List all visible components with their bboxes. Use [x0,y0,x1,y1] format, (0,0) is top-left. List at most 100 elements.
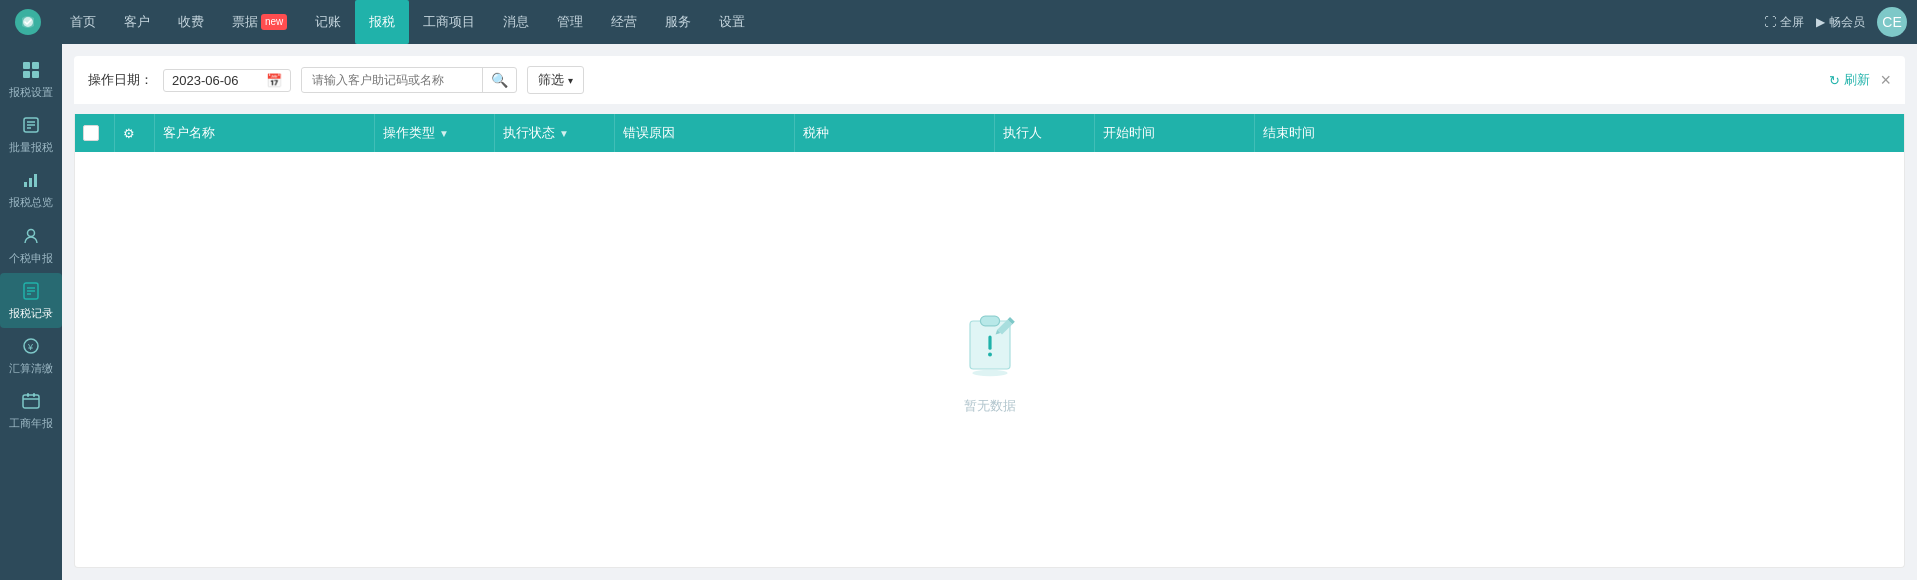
col-exec-status-label: 执行状态 [503,124,555,142]
batch-tax-icon [21,115,41,138]
filter-icon-status[interactable]: ▼ [559,128,569,139]
th-settings[interactable]: ⚙ [115,114,155,152]
fullscreen-icon: ⛶ [1764,15,1776,29]
svg-rect-3 [32,62,39,69]
search-button[interactable]: 🔍 [482,68,516,92]
content-area: 操作日期： 📅 🔍 筛选 ▾ ↻ 刷新 × [62,44,1917,580]
th-client-name: 客户名称 [155,114,375,152]
col-start-time-label: 开始时间 [1103,124,1155,142]
nav-business[interactable]: 工商项目 [409,0,489,44]
th-checkbox[interactable] [75,114,115,152]
search-input[interactable] [302,69,482,91]
svg-rect-25 [980,316,999,326]
tax-overview-icon [21,170,41,193]
th-operation-type: 操作类型 ▼ [375,114,495,152]
nav-manage[interactable]: 管理 [543,0,597,44]
refresh-button[interactable]: ↻ 刷新 [1829,71,1870,89]
tax-settings-label: 报税设置 [9,86,53,99]
sidebar-item-batch-tax[interactable]: 批量报税 [0,107,62,162]
empty-illustration [950,305,1030,385]
top-nav-right: ⛶ 全屏 ▶ 畅会员 CE [1764,7,1907,37]
svg-point-27 [988,352,992,356]
sidebar-item-tax-records[interactable]: 报税记录 [0,273,62,328]
personal-tax-icon [21,226,41,249]
empty-text: 暂无数据 [964,397,1016,415]
filter-button[interactable]: 筛选 ▾ [527,66,584,94]
svg-rect-23 [33,393,35,397]
svg-rect-2 [23,62,30,69]
nav-settings[interactable]: 设置 [705,0,759,44]
col-operation-type-label: 操作类型 [383,124,435,142]
col-end-time-label: 结束时间 [1263,124,1315,142]
filter-icon-operation[interactable]: ▼ [439,128,449,139]
toolbar: 操作日期： 📅 🔍 筛选 ▾ ↻ 刷新 × [74,56,1905,104]
user-avatar[interactable]: CE [1877,7,1907,37]
refresh-label: 刷新 [1844,71,1870,89]
column-settings-icon: ⚙ [123,126,135,141]
svg-rect-5 [32,71,39,78]
date-picker[interactable]: 📅 [163,69,291,92]
th-tax-type: 税种 [795,114,995,152]
sidebar-item-personal-tax[interactable]: 个税申报 [0,218,62,273]
th-start-time: 开始时间 [1095,114,1255,152]
sidebar-item-annual-report[interactable]: 工商年报 [0,383,62,438]
select-all-checkbox[interactable] [83,125,99,141]
settlement-icon: ¥ [21,336,41,359]
search-wrap: 🔍 [301,67,517,93]
chevron-down-icon: ▾ [568,75,573,86]
date-label: 操作日期： [88,71,153,89]
date-input[interactable] [172,73,262,88]
svg-rect-11 [29,178,32,187]
nav-ticket[interactable]: 票据 new [218,0,301,44]
play-icon: ▶ [1816,15,1825,29]
tax-settings-icon [21,60,41,83]
nav-service[interactable]: 服务 [651,0,705,44]
sidebar-item-settlement[interactable]: ¥ 汇算清缴 [0,328,62,383]
batch-tax-label: 批量报税 [9,141,53,154]
close-button[interactable]: × [1880,71,1891,89]
tax-records-icon [21,281,41,304]
th-executor: 执行人 [995,114,1095,152]
svg-rect-10 [24,182,27,187]
svg-text:¥: ¥ [27,342,34,352]
svg-rect-26 [988,335,991,349]
tax-overview-label: 报税总览 [9,196,53,209]
nav-bookkeeping[interactable]: 记账 [301,0,355,44]
table-body: 暂无数据 [75,152,1904,567]
svg-rect-22 [27,393,29,397]
th-exec-status: 执行状态 ▼ [495,114,615,152]
col-error-reason-label: 错误原因 [623,124,675,142]
svg-rect-20 [23,395,39,408]
nav-operation[interactable]: 经营 [597,0,651,44]
table-container: ⚙ 客户名称 操作类型 ▼ 执行状态 ▼ 错误原因 税种 [74,114,1905,568]
annual-report-icon [21,391,41,414]
personal-tax-label: 个税申报 [9,252,53,265]
fullscreen-label: 全屏 [1780,14,1804,31]
nav-fee[interactable]: 收费 [164,0,218,44]
nav-home[interactable]: 首页 [56,0,110,44]
calendar-icon: 📅 [266,73,282,88]
th-error-reason: 错误原因 [615,114,795,152]
fullscreen-button[interactable]: ⛶ 全屏 [1764,14,1804,31]
nav-message[interactable]: 消息 [489,0,543,44]
app-logo [10,4,46,40]
member-button[interactable]: ▶ 畅会员 [1816,14,1865,31]
top-navigation: 首页 客户 收费 票据 new 记账 报税 工商项目 消息 管理 经营 服务 设… [0,0,1917,44]
settlement-label: 汇算清缴 [9,362,53,375]
refresh-icon: ↻ [1829,73,1840,88]
table-header: ⚙ 客户名称 操作类型 ▼ 执行状态 ▼ 错误原因 税种 [75,114,1904,152]
nav-tax[interactable]: 报税 [355,0,409,44]
svg-point-28 [972,369,1007,375]
empty-state: 暂无数据 [930,285,1050,435]
annual-report-label: 工商年报 [9,417,53,430]
th-end-time: 结束时间 [1255,114,1375,152]
nav-client[interactable]: 客户 [110,0,164,44]
col-executor-label: 执行人 [1003,124,1042,142]
sidebar-item-tax-overview[interactable]: 报税总览 [0,162,62,217]
sidebar-item-tax-settings[interactable]: 报税设置 [0,52,62,107]
main-layout: 报税设置 批量报税 报税总览 [0,44,1917,580]
nav-items: 首页 客户 收费 票据 new 记账 报税 工商项目 消息 管理 经营 服务 设… [56,0,1764,44]
sidebar: 报税设置 批量报税 报税总览 [0,44,62,580]
col-tax-type-label: 税种 [803,124,829,142]
svg-point-13 [28,229,35,236]
